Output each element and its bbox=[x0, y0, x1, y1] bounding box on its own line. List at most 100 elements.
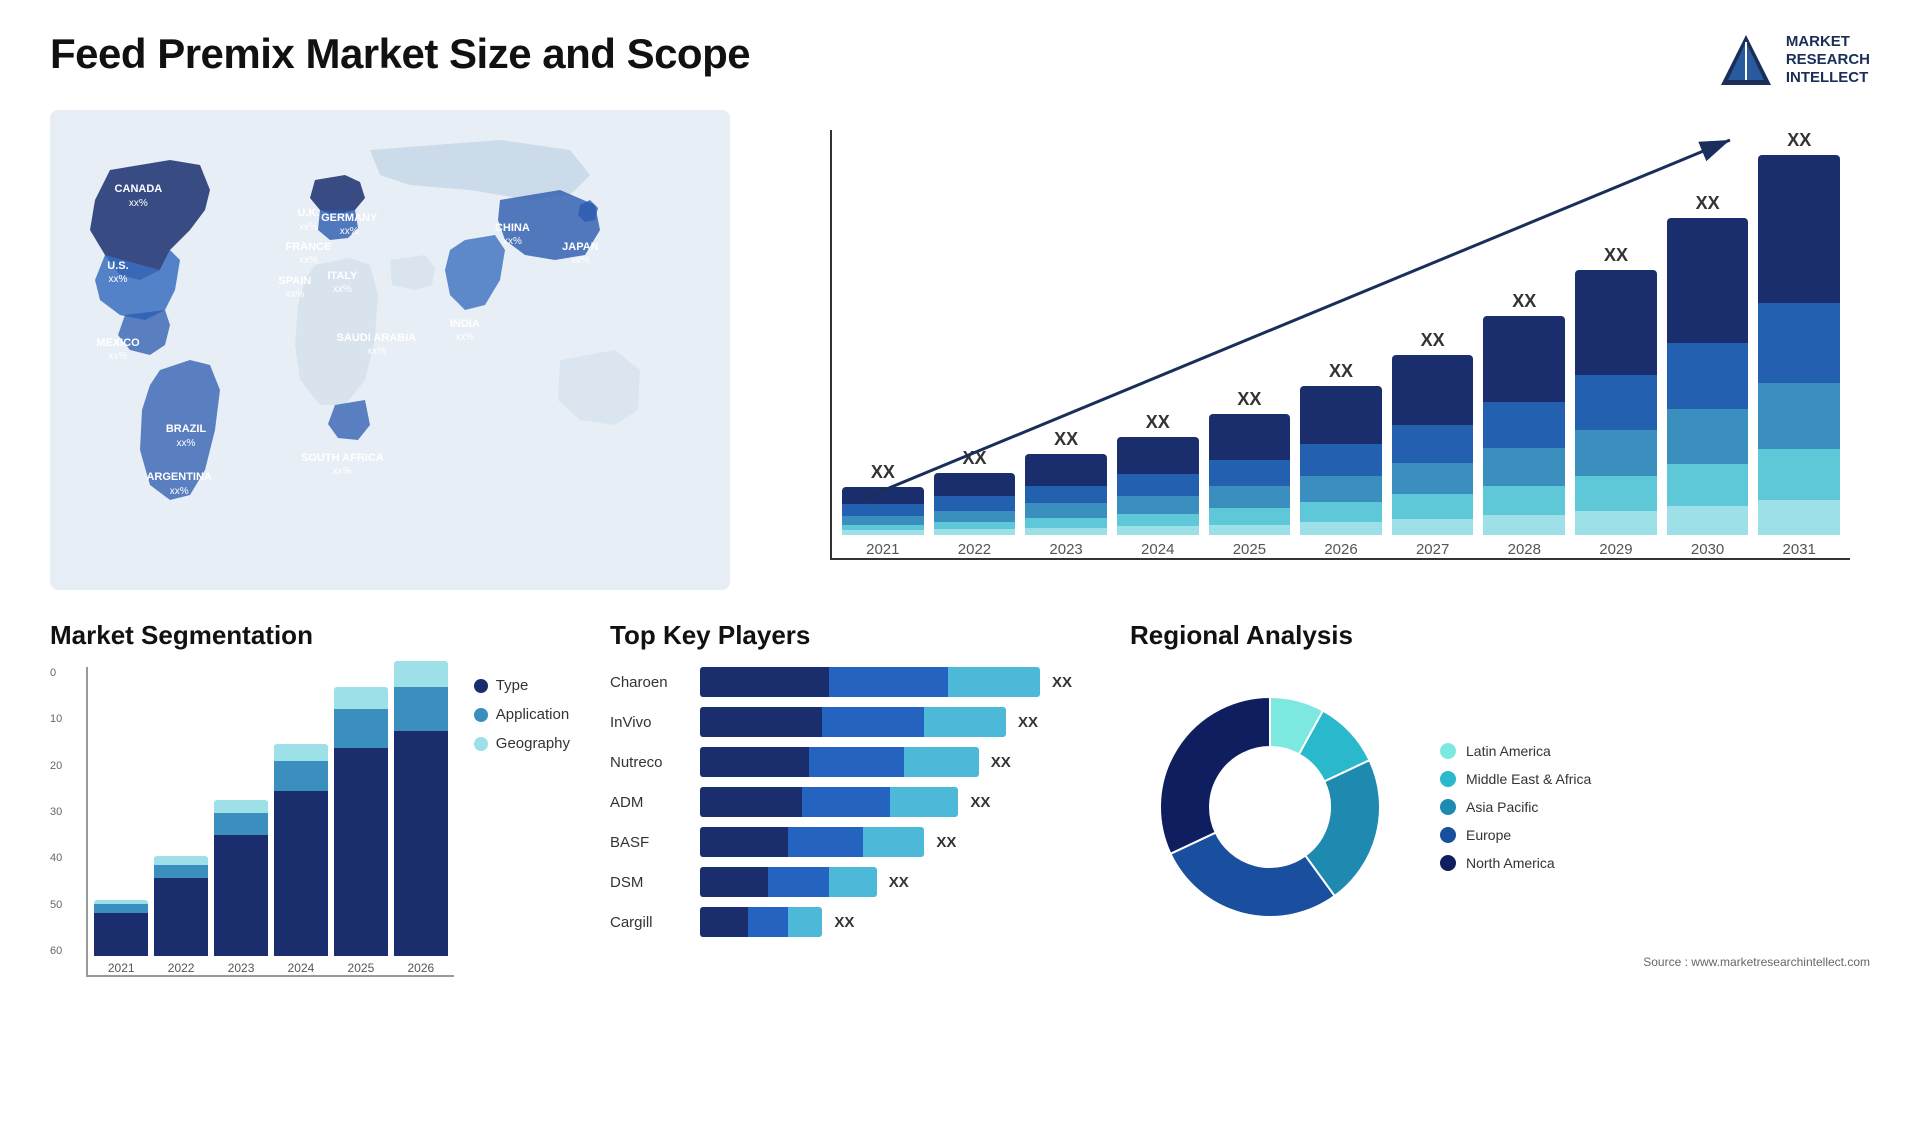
player-bar bbox=[700, 667, 1040, 697]
player-row: ADMXX bbox=[610, 787, 1090, 817]
seg-bar-group: 2024 bbox=[274, 744, 328, 975]
player-bar bbox=[700, 707, 1006, 737]
country-label: SOUTH AFRICAxx% bbox=[301, 452, 384, 478]
segmentation-section: Market Segmentation 6050403020100 202120… bbox=[50, 620, 570, 1040]
donut-legend-dot bbox=[1440, 855, 1456, 871]
player-bar-light bbox=[948, 667, 1040, 697]
bar-year-label: 2023 bbox=[1049, 541, 1082, 558]
bar-group: XX2029 bbox=[1575, 245, 1657, 558]
growth-bar-chart: XX2021XX2022XX2023XX2024XX2025XX2026XX20… bbox=[770, 110, 1870, 590]
country-label: SPAINxx% bbox=[278, 274, 311, 300]
bar-year-label: 2030 bbox=[1691, 541, 1724, 558]
regional-section: Regional Analysis Latin AmericaMiddle Ea… bbox=[1130, 620, 1870, 1040]
seg-bar-group: 2025 bbox=[334, 687, 388, 975]
country-label: JAPANxx% bbox=[562, 241, 598, 267]
page-title: Feed Premix Market Size and Scope bbox=[50, 30, 750, 78]
player-bar-dark bbox=[700, 787, 802, 817]
bar-year-label: 2024 bbox=[1141, 541, 1174, 558]
bar-group: XX2025 bbox=[1209, 389, 1291, 558]
legend-label: Geography bbox=[496, 735, 570, 752]
player-bar-wrap: XX bbox=[700, 787, 1090, 817]
player-bar-wrap: XX bbox=[700, 827, 1090, 857]
seg-bar-group: 2026 bbox=[394, 661, 448, 975]
country-label: U.K.xx% bbox=[297, 207, 319, 233]
donut-legend-item: Middle East & Africa bbox=[1440, 771, 1591, 787]
player-xx-label: XX bbox=[1052, 674, 1072, 691]
bar-top-label: XX bbox=[1146, 412, 1170, 433]
player-bar-light bbox=[890, 787, 958, 817]
player-bar-dark bbox=[700, 667, 829, 697]
donut-legend-label: Latin America bbox=[1466, 743, 1551, 759]
bar-year-label: 2025 bbox=[1233, 541, 1266, 558]
legend-label: Application bbox=[496, 706, 569, 723]
legend-dot bbox=[474, 737, 488, 751]
player-row: InVivoXX bbox=[610, 707, 1090, 737]
legend-dot bbox=[474, 679, 488, 693]
player-row: NutrecoXX bbox=[610, 747, 1090, 777]
bar-year-label: 2031 bbox=[1783, 541, 1816, 558]
player-row: Cargill XX bbox=[610, 907, 1090, 937]
seg-legend-item: Geography bbox=[474, 735, 570, 752]
bar-top-label: XX bbox=[871, 462, 895, 483]
map-labels: CANADAxx%U.S.xx%MEXICOxx%BRAZILxx%ARGENT… bbox=[50, 110, 730, 590]
bar-group: XX 2021 bbox=[842, 462, 924, 558]
player-bar-light bbox=[863, 827, 924, 857]
player-bar-wrap: XX bbox=[700, 747, 1090, 777]
bar-group: XX2031 bbox=[1758, 130, 1840, 558]
seg-bar-chart: 202120222023202420252026 bbox=[86, 667, 454, 977]
player-name: Charoen bbox=[610, 674, 690, 691]
legend-label: Type bbox=[496, 677, 529, 694]
donut-legend-label: Europe bbox=[1466, 827, 1511, 843]
top-section: CANADAxx%U.S.xx%MEXICOxx%BRAZILxx%ARGENT… bbox=[50, 110, 1870, 590]
player-bar-dark bbox=[700, 867, 768, 897]
player-xx-label: XX bbox=[991, 754, 1011, 771]
bar-group: XX2023 bbox=[1025, 429, 1107, 558]
country-label: SAUDI ARABIAxx% bbox=[337, 332, 417, 358]
seg-y-label: 0 bbox=[50, 667, 62, 679]
seg-legend-item: Type bbox=[474, 677, 570, 694]
donut-legend-dot bbox=[1440, 827, 1456, 843]
bar-top-label: XX bbox=[962, 448, 986, 469]
donut-segment bbox=[1160, 697, 1270, 854]
player-bar-wrap: XX bbox=[700, 907, 1090, 937]
seg-y-label: 10 bbox=[50, 713, 62, 725]
player-name: BASF bbox=[610, 834, 690, 851]
country-label: FRANCExx% bbox=[285, 241, 331, 267]
donut-legend-item: Europe bbox=[1440, 827, 1591, 843]
seg-bar-group: 2023 bbox=[214, 800, 268, 975]
player-bar-mid bbox=[822, 707, 924, 737]
main-bar-inner: XX2021XX2022XX2023XX2024XX2025XX2026XX20… bbox=[830, 130, 1850, 560]
donut-legend-label: Middle East & Africa bbox=[1466, 771, 1591, 787]
player-bar-mid bbox=[802, 787, 890, 817]
donut-legend-label: Asia Pacific bbox=[1466, 799, 1538, 815]
seg-bar-group: 2022 bbox=[154, 856, 208, 975]
donut-area: Latin America Middle East & Africa Asia Pa… bbox=[1130, 667, 1870, 947]
bar-top-label: XX bbox=[1512, 291, 1536, 312]
logo: MARKET RESEARCH INTELLECT bbox=[1716, 30, 1870, 90]
player-bar-dark bbox=[700, 907, 748, 937]
bar-group: XX2028 bbox=[1483, 291, 1565, 558]
player-bar bbox=[700, 747, 979, 777]
donut-legend-item: North America bbox=[1440, 855, 1591, 871]
bar-group: XX2026 bbox=[1300, 361, 1382, 558]
player-row: BASF XX bbox=[610, 827, 1090, 857]
player-row: DSMXX bbox=[610, 867, 1090, 897]
legend-dot bbox=[474, 708, 488, 722]
seg-year-label: 2023 bbox=[228, 961, 255, 975]
donut-legend-item: Latin America bbox=[1440, 743, 1591, 759]
player-name: Cargill bbox=[610, 914, 690, 931]
bar-group: XX2022 bbox=[934, 448, 1016, 558]
player-bar-light bbox=[788, 907, 822, 937]
player-bar-mid bbox=[748, 907, 789, 937]
country-label: BRAZILxx% bbox=[166, 423, 206, 449]
player-bar-wrap: XX bbox=[700, 667, 1090, 697]
segmentation-title: Market Segmentation bbox=[50, 620, 570, 651]
bar-year-label: 2021 bbox=[866, 541, 899, 558]
player-bar-mid bbox=[768, 867, 829, 897]
country-label: ARGENTINAxx% bbox=[146, 471, 211, 497]
bar-group: XX2027 bbox=[1392, 330, 1474, 558]
player-name: InVivo bbox=[610, 714, 690, 731]
player-bar-wrap: XX bbox=[700, 867, 1090, 897]
country-label: ITALYxx% bbox=[327, 270, 357, 296]
player-bar-dark bbox=[700, 827, 788, 857]
